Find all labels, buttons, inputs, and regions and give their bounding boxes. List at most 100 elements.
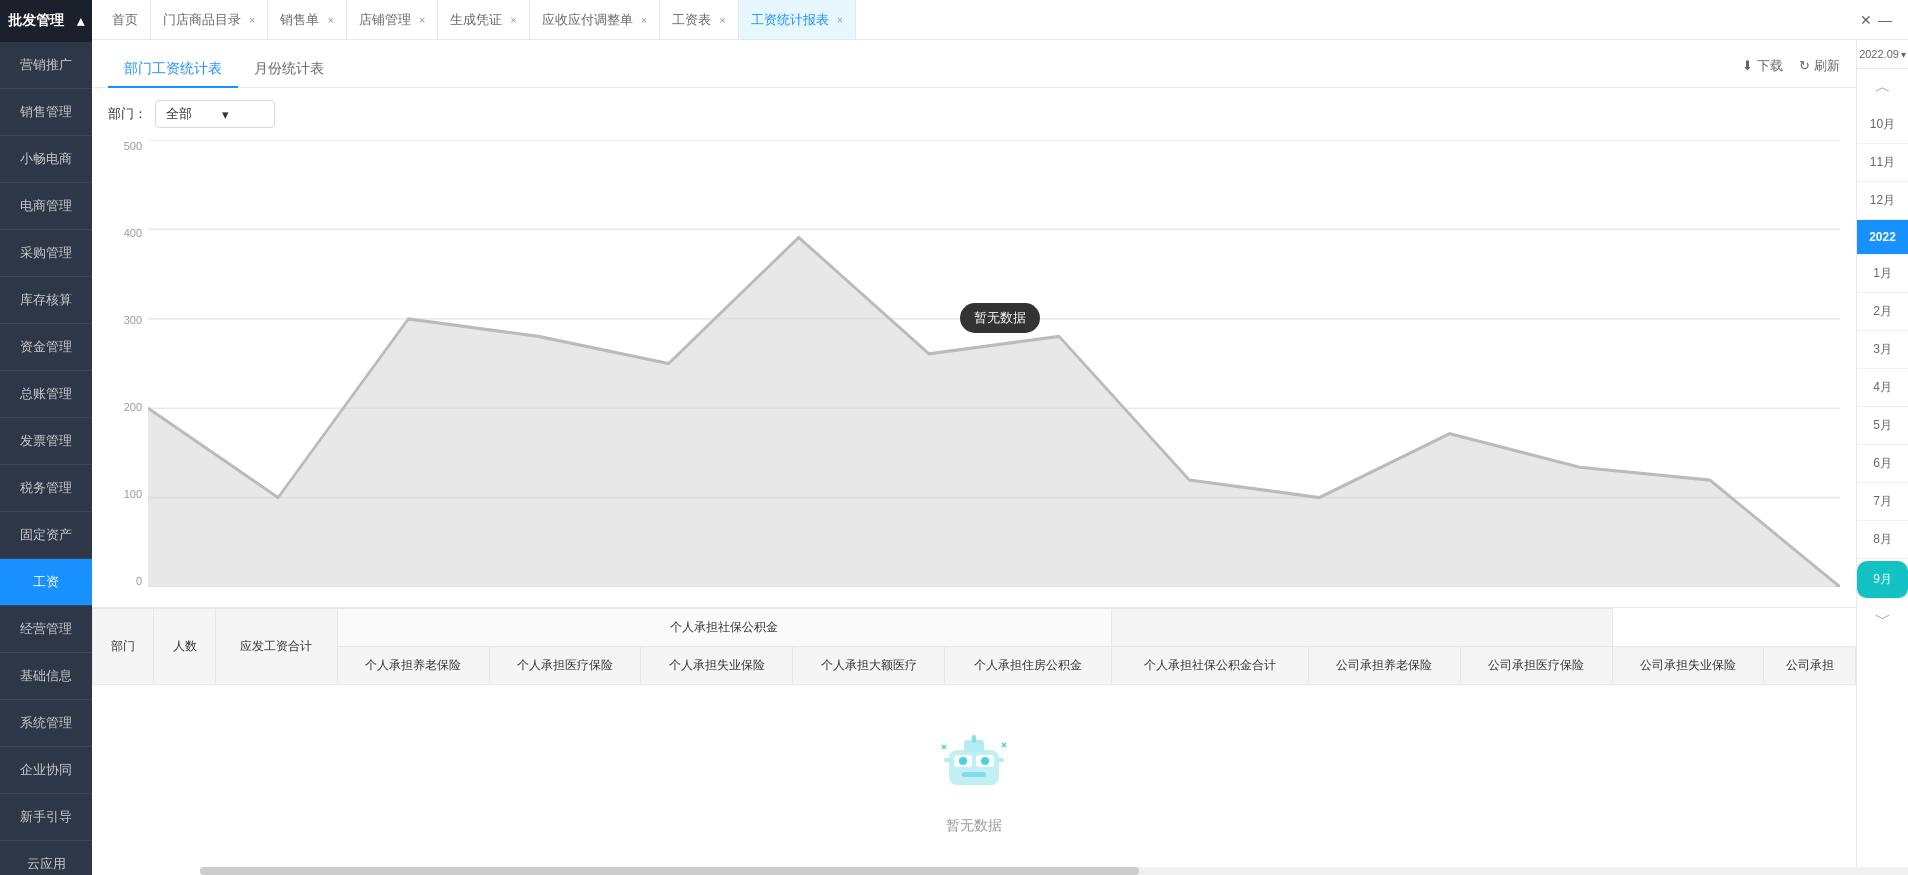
sidebar-item-ledger[interactable]: 总账管理 (0, 371, 92, 418)
date-item-oct[interactable]: 10月 (1857, 106, 1908, 144)
date-item-dec[interactable]: 12月 (1857, 182, 1908, 220)
sidebar-item-purchase[interactable]: 采购管理 (0, 230, 92, 277)
sidebar-item-invoice[interactable]: 发票管理 (0, 418, 92, 465)
dropdown-arrow-icon: ▾ (222, 107, 229, 122)
th-personal-unemployment: 个人承担失业保险 (641, 647, 793, 685)
sidebar-header[interactable]: 批发管理 ▴ (0, 0, 92, 42)
empty-icon (934, 725, 1014, 805)
tab-close-payroll-report[interactable]: × (837, 14, 843, 26)
scroll-thumb[interactable] (200, 867, 1139, 875)
date-nav-up[interactable]: ︿ (1867, 69, 1899, 106)
tab-adjustment[interactable]: 应收应付调整单 × (530, 0, 660, 40)
th-personal-pension: 个人承担养老保险 (337, 647, 489, 685)
th-company-pension: 公司承担养老保险 (1308, 647, 1460, 685)
date-item-nov[interactable]: 11月 (1857, 144, 1908, 182)
date-item-jul[interactable]: 7月 (1857, 483, 1908, 521)
sidebar-item-payroll[interactable]: 工资 (0, 559, 92, 606)
sidebar: 批发管理 ▴ 营销推广 销售管理 小畅电商 电商管理 采购管理 库存核算 资金管… (0, 0, 92, 875)
sidebar-item-enterprise[interactable]: 企业协同 (0, 747, 92, 794)
sidebar-header-label: 批发管理 (8, 12, 64, 30)
sidebar-item-finance[interactable]: 资金管理 (0, 324, 92, 371)
tab-store-catalog[interactable]: 门店商品目录 × (151, 0, 268, 40)
date-item-2022[interactable]: 2022 (1857, 220, 1908, 255)
tab-close-all-icon[interactable]: ✕ (1860, 12, 1872, 28)
refresh-icon: ↻ (1799, 58, 1810, 73)
sidebar-item-ecommerce-small[interactable]: 小畅电商 (0, 136, 92, 183)
tab-payroll-report[interactable]: 工资统计报表 × (739, 0, 856, 40)
tab-close-voucher[interactable]: × (510, 14, 516, 26)
empty-text: 暂无数据 (946, 817, 1002, 835)
dept-select[interactable]: 全部 ▾ (155, 100, 275, 128)
th-company-medical: 公司承担医疗保险 (1460, 647, 1612, 685)
date-item-jun[interactable]: 6月 (1857, 445, 1908, 483)
th-personal-medical: 个人承担医疗保险 (489, 647, 641, 685)
toolbar-row: 部门： 全部 ▾ (92, 88, 1856, 140)
chart-y-axis: 500 400 300 200 100 0 (108, 140, 148, 607)
date-item-jan[interactable]: 1月 (1857, 255, 1908, 293)
sidebar-item-sales[interactable]: 销售管理 (0, 89, 92, 136)
download-icon: ⬇ (1742, 58, 1753, 73)
th-company-unemployment: 公司承担失业保险 (1612, 647, 1764, 685)
sidebar-item-system[interactable]: 系统管理 (0, 700, 92, 747)
svg-rect-12 (944, 758, 952, 762)
download-btn[interactable]: ⬇ 下载 (1742, 57, 1783, 75)
date-nav-down[interactable]: ﹀ (1867, 601, 1899, 638)
date-panel-header[interactable]: 2022.09 ▾ (1857, 40, 1908, 69)
tab-monthly-stats[interactable]: 月份统计表 (238, 52, 340, 88)
sidebar-item-marketing[interactable]: 营销推广 (0, 42, 92, 89)
th-company-other: 公司承担 (1764, 647, 1856, 685)
page-content: 部门工资统计表 月份统计表 ⬇ 下载 ↻ 刷新 (92, 40, 1908, 875)
tab-close-adjustment[interactable]: × (641, 14, 647, 26)
date-item-aug[interactable]: 8月 (1857, 521, 1908, 559)
tab-voucher[interactable]: 生成凭证 × (438, 0, 529, 40)
tab-close-sales-order[interactable]: × (327, 14, 333, 26)
table-header-row1: 部门 人数 应发工资合计 个人承担社保公积金 (93, 609, 1856, 647)
table-section: 部门 人数 应发工资合计 个人承担社保公积金 个人承担养老保险 个人承担医疗保险 (92, 607, 1856, 875)
tab-dept-payroll[interactable]: 部门工资统计表 (108, 52, 238, 88)
date-item-apr[interactable]: 4月 (1857, 369, 1908, 407)
date-item-mar[interactable]: 3月 (1857, 331, 1908, 369)
dept-label: 部门： (108, 105, 147, 123)
date-panel-title: 2022.09 (1859, 48, 1899, 60)
th-count: 人数 (154, 609, 215, 685)
tab-sales-order[interactable]: 销售单 × (268, 0, 346, 40)
table-wrapper[interactable]: 部门 人数 应发工资合计 个人承担社保公积金 个人承担养老保险 个人承担医疗保险 (92, 608, 1856, 685)
sidebar-item-operations[interactable]: 经营管理 (0, 606, 92, 653)
sidebar-item-ecommerce[interactable]: 电商管理 (0, 183, 92, 230)
scroll-bar[interactable] (200, 867, 1856, 875)
svg-rect-11 (962, 772, 986, 777)
tab-close-store-catalog[interactable]: × (249, 14, 255, 26)
th-personal-total: 个人承担社保公积金合计 (1111, 647, 1308, 685)
date-item-may[interactable]: 5月 (1857, 407, 1908, 445)
tab-minimize-icon[interactable]: — (1878, 12, 1892, 28)
tab-store-manage[interactable]: 店铺管理 × (347, 0, 438, 40)
date-item-feb[interactable]: 2月 (1857, 293, 1908, 331)
data-table: 部门 人数 应发工资合计 个人承担社保公积金 个人承担养老保险 个人承担医疗保险 (92, 608, 1856, 685)
th-total-salary: 应发工资合计 (215, 609, 337, 685)
sidebar-arrow-icon: ▴ (77, 13, 84, 29)
refresh-btn[interactable]: ↻ 刷新 (1799, 57, 1840, 75)
chart-area: 500 400 300 200 100 0 (92, 140, 1856, 607)
svg-rect-13 (996, 758, 1004, 762)
sidebar-item-inventory[interactable]: 库存核算 (0, 277, 92, 324)
toolbar-left: 部门： 全部 ▾ (108, 100, 275, 128)
tab-payroll[interactable]: 工资表 × (660, 0, 738, 40)
th-company-insurance-group (1111, 609, 1612, 647)
sidebar-item-tax[interactable]: 税务管理 (0, 465, 92, 512)
svg-point-10 (981, 757, 989, 765)
chart-svg (148, 140, 1840, 587)
sidebar-item-guide[interactable]: 新手引导 (0, 794, 92, 841)
svg-point-9 (959, 757, 967, 765)
th-dept: 部门 (93, 609, 154, 685)
sidebar-item-cloud[interactable]: 云应用 (0, 841, 92, 875)
table-header-row2: 个人承担养老保险 个人承担医疗保险 个人承担失业保险 个人承担大额医疗 个人承担… (93, 647, 1856, 685)
tab-end-controls: ✕ — (1852, 12, 1900, 28)
sidebar-item-basic-info[interactable]: 基础信息 (0, 653, 92, 700)
inner-tabs: 部门工资统计表 月份统计表 ⬇ 下载 ↻ 刷新 (92, 40, 1856, 88)
date-item-sep[interactable]: 9月 (1857, 561, 1908, 599)
tab-close-payroll[interactable]: × (719, 14, 725, 26)
tab-close-store-manage[interactable]: × (419, 14, 425, 26)
tab-home[interactable]: 首页 (100, 0, 151, 40)
sidebar-item-assets[interactable]: 固定资产 (0, 512, 92, 559)
dept-value: 全部 (166, 105, 192, 123)
